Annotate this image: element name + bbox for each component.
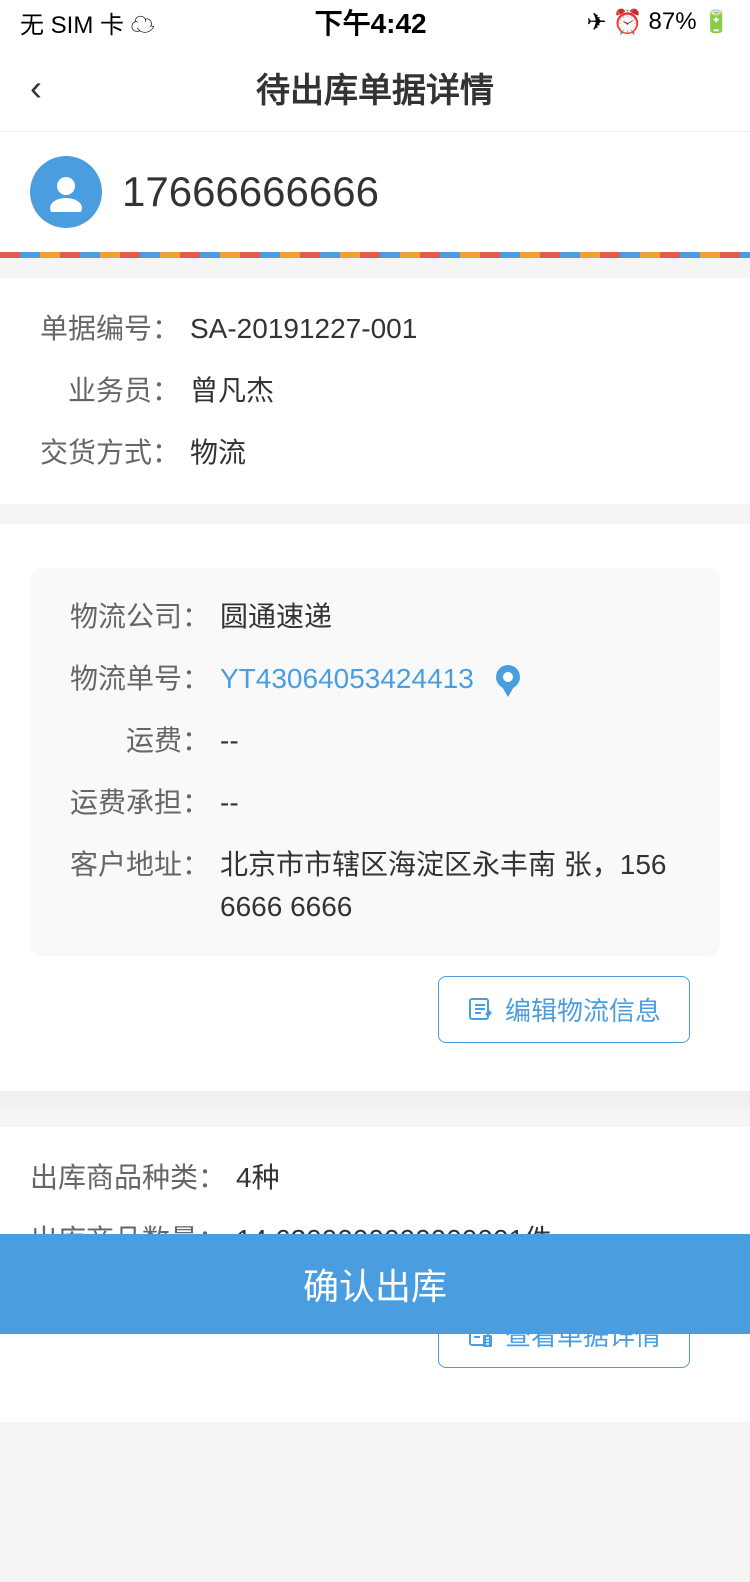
edit-logistics-btn-wrap: 编辑物流信息 (30, 956, 720, 1067)
customer-phone: 17666666666 (122, 168, 379, 216)
edit-logistics-label: 编辑物流信息 (505, 991, 661, 1028)
status-bar: 无 SIM 卡 ☁ 下午4:42 ✈ ⏰ 87% 🔋 (0, 0, 750, 44)
document-number-label: 单据编号： (30, 308, 180, 350)
freight-label: 运费： (60, 720, 210, 762)
customer-header: 17666666666 (0, 132, 750, 252)
tracking-row: 物流单号： YT43064053424413 (60, 658, 690, 700)
gray-separator (0, 1091, 750, 1107)
logistics-card: 物流公司： 圆通速递 物流单号： YT43064053424413 运费： --… (30, 568, 720, 956)
status-left: 无 SIM 卡 ☁ (20, 5, 155, 40)
battery-icon: 🔋 (703, 9, 730, 35)
logistics-company-value: 圆通速递 (210, 596, 690, 638)
edit-logistics-button[interactable]: 编辑物流信息 (438, 976, 690, 1043)
sim-label: 无 SIM 卡 ☁ (20, 5, 155, 40)
status-time: 下午4:42 (315, 2, 427, 42)
location-pin-icon[interactable] (490, 661, 526, 697)
freight-bearer-label: 运费承担： (60, 782, 210, 824)
page-title: 待出库单据详情 (256, 63, 494, 112)
edit-icon (467, 996, 495, 1024)
dashed-divider (0, 252, 750, 258)
confirm-button-label: 确认出库 (303, 1258, 447, 1310)
delivery-method-row: 交货方式： 物流 (30, 432, 720, 474)
document-number-row: 单据编号： SA-20191227-001 (30, 308, 720, 350)
salesperson-value: 曾凡杰 (180, 370, 720, 412)
freight-row: 运费： -- (60, 720, 690, 762)
document-number-value: SA-20191227-001 (180, 308, 720, 350)
confirm-bar[interactable]: 确认出库 (0, 1234, 750, 1334)
delivery-method-value: 物流 (180, 432, 720, 474)
delivery-method-label: 交货方式： (30, 432, 180, 474)
salesperson-row: 业务员： 曾凡杰 (30, 370, 720, 412)
goods-type-label: 出库商品种类： (30, 1157, 226, 1199)
freight-bearer-value: -- (210, 782, 690, 824)
goods-type-row: 出库商品种类： 4种 (30, 1157, 720, 1199)
battery-label: 87% (649, 8, 697, 36)
nav-bar: ‹ 待出库单据详情 (0, 44, 750, 132)
tracking-value-wrap: YT43064053424413 (210, 658, 690, 700)
address-row: 客户地址： 北京市市辖区海淀区永丰南 张，156 6666 6666 (60, 844, 690, 928)
tracking-number: YT43064053424413 (220, 658, 474, 700)
salesperson-label: 业务员： (30, 370, 180, 412)
address-label: 客户地址： (60, 844, 210, 886)
person-icon (46, 172, 86, 212)
bottom-spacer (0, 1422, 750, 1582)
status-right: ✈ ⏰ 87% 🔋 (587, 8, 730, 37)
back-button[interactable]: ‹ (30, 67, 42, 109)
logistics-company-row: 物流公司： 圆通速递 (60, 596, 690, 638)
alarm-icon: ⏰ (613, 8, 643, 37)
location-icon: ✈ (587, 8, 607, 37)
freight-value: -- (210, 720, 690, 762)
avatar (30, 156, 102, 228)
logistics-company-label: 物流公司： (60, 596, 210, 638)
logistics-section: 物流公司： 圆通速递 物流单号： YT43064053424413 运费： --… (0, 524, 750, 1091)
order-info-section: 单据编号： SA-20191227-001 业务员： 曾凡杰 交货方式： 物流 (0, 278, 750, 504)
freight-bearer-row: 运费承担： -- (60, 782, 690, 824)
goods-type-value: 4种 (226, 1157, 720, 1199)
tracking-label: 物流单号： (60, 658, 210, 700)
address-value: 北京市市辖区海淀区永丰南 张，156 6666 6666 (210, 844, 690, 928)
